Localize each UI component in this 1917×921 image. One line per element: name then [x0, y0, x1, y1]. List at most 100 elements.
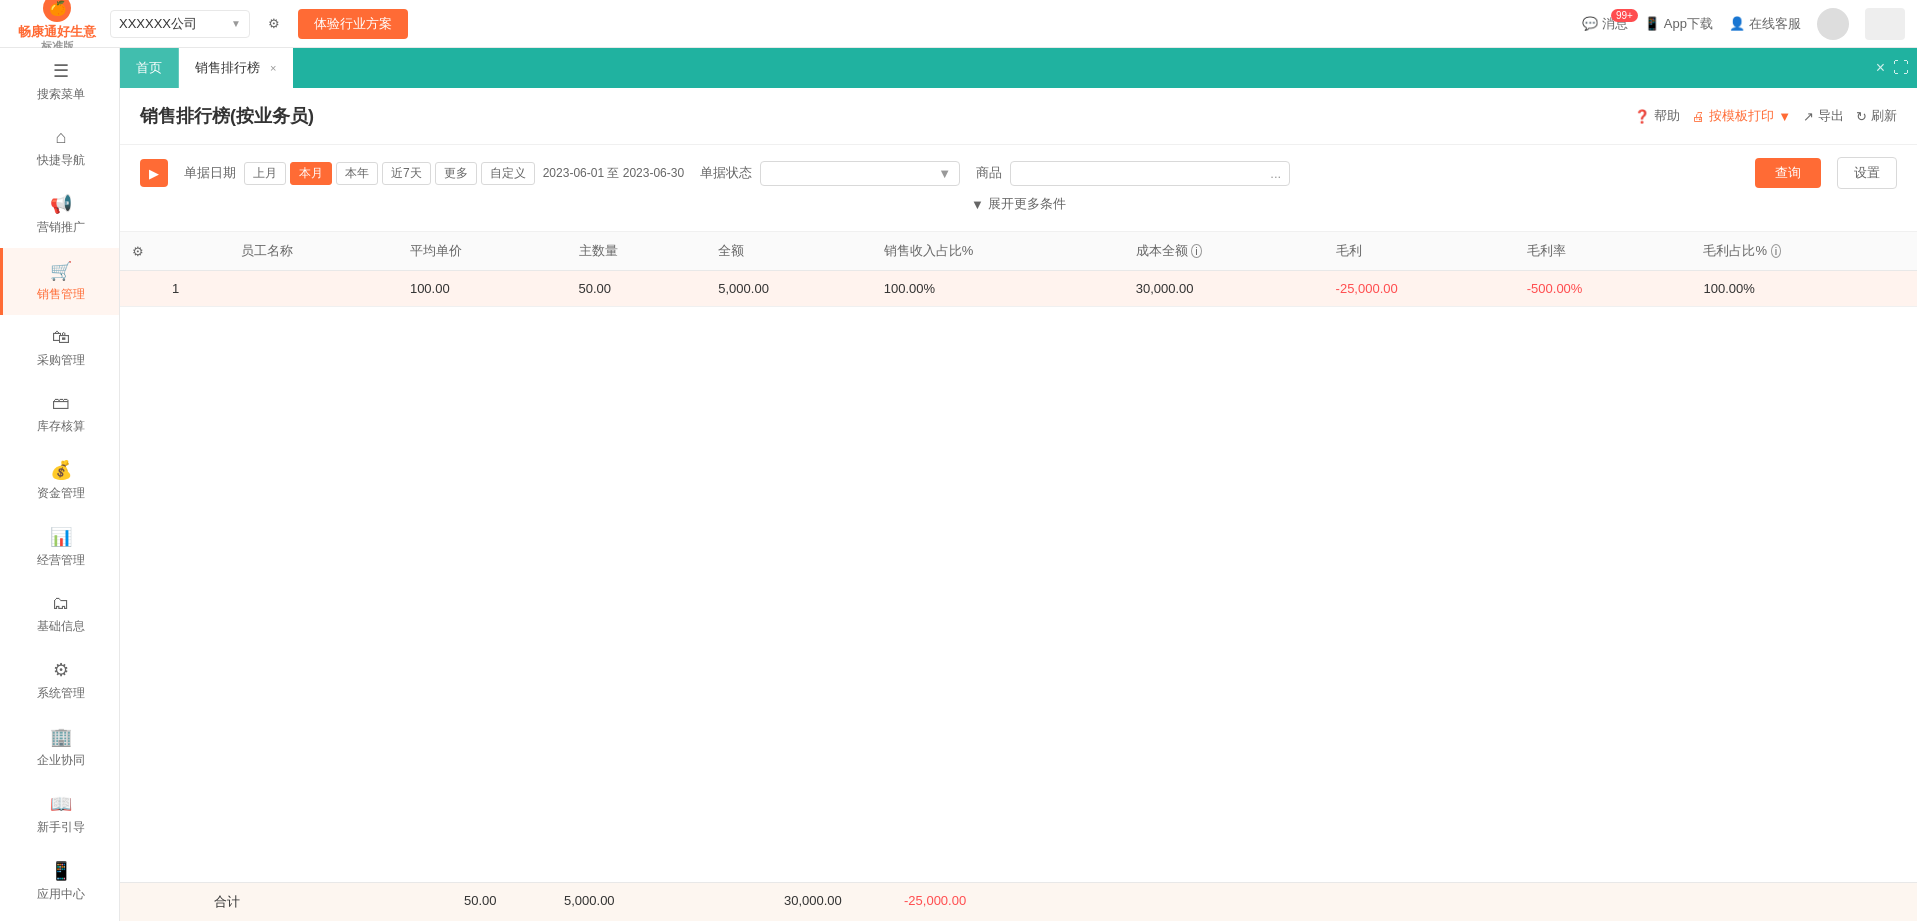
- footer-quantity: 50.00: [452, 893, 552, 911]
- date-filter-group: 单据日期 上月 本月 本年 近7天 更多 自定义 2023-06-01 至 20…: [184, 162, 684, 185]
- expand-arrow-icon: ▼: [971, 197, 984, 212]
- company-selector[interactable]: XXXXXX公司 ▼: [110, 10, 250, 38]
- cost-info-icon: i: [1191, 244, 1201, 258]
- row-gross-pct: 100.00%: [1691, 271, 1917, 307]
- gross-pct-info-icon: i: [1771, 244, 1781, 258]
- system-icon: ⚙: [53, 659, 69, 681]
- filter-row-1: ▶ 单据日期 上月 本月 本年 近7天 更多 自定义: [140, 157, 1897, 189]
- print-button[interactable]: 🖨 按模板打印 ▼: [1692, 107, 1791, 125]
- sidebar-item-sales[interactable]: 🛒 销售管理: [0, 248, 119, 315]
- date-btn-7days[interactable]: 近7天: [382, 162, 431, 185]
- search-button[interactable]: 查询: [1755, 158, 1821, 188]
- tab-bar: 首页 销售排行榜 × × ⛶: [120, 48, 1917, 88]
- sidebar-item-system[interactable]: ⚙ 系统管理: [0, 647, 119, 714]
- company-chevron-icon: ▼: [231, 18, 241, 29]
- user-menu[interactable]: [1865, 8, 1905, 40]
- date-buttons: 上月 本月 本年 近7天 更多 自定义: [244, 162, 535, 185]
- enterprise-icon: 🏢: [50, 726, 72, 748]
- col-header-avg-price: 平均单价: [398, 232, 567, 271]
- content-area: 首页 销售排行榜 × × ⛶ 销售排行榜(按业务员) ❓: [120, 48, 1917, 921]
- topbar-right: 💬 消息 99+ 📱 App下载 👤 在线客服: [1582, 8, 1905, 40]
- tab-close-icon[interactable]: ×: [270, 62, 276, 74]
- print-chevron-icon: ▼: [1778, 109, 1791, 124]
- operations-icon: 📊: [50, 526, 72, 548]
- sidebar-item-quick-nav[interactable]: ⌂ 快捷导航: [0, 115, 119, 181]
- help-button[interactable]: ❓ 帮助: [1634, 107, 1680, 125]
- refresh-label: 刷新: [1871, 107, 1897, 125]
- col-header-cost: 成本全额 i: [1124, 232, 1324, 271]
- report-container: 销售排行榜(按业务员) ❓ 帮助 🖨 按模板打印 ▼ ↗: [120, 88, 1917, 921]
- industry-button[interactable]: 体验行业方案: [298, 9, 408, 39]
- sidebar-item-marketing[interactable]: 📢 营销推广: [0, 181, 119, 248]
- goods-filter-label: 商品: [976, 164, 1002, 182]
- settings-button[interactable]: 设置: [1837, 157, 1897, 189]
- sidebar-label-search: 搜索菜单: [37, 86, 85, 103]
- row-employee: [229, 271, 398, 307]
- sidebar-item-enterprise[interactable]: 🏢 企业协同: [0, 714, 119, 781]
- goods-filter-group: 商品 ...: [976, 161, 1290, 186]
- sidebar-item-operations[interactable]: 📊 经营管理: [0, 514, 119, 581]
- footer-cost: 30,000.00: [772, 893, 892, 911]
- sidebar-item-basic-info[interactable]: 🗂 基础信息: [0, 581, 119, 647]
- tab-home[interactable]: 首页: [120, 48, 179, 88]
- sidebar-item-wechat[interactable]: 💬 企业微信: [0, 915, 119, 921]
- service-icon: 👤: [1729, 16, 1745, 31]
- online-service-button[interactable]: 👤 在线客服: [1729, 15, 1801, 33]
- row-quantity: 50.00: [567, 271, 707, 307]
- sidebar-item-inventory[interactable]: 🗃 库存核算: [0, 381, 119, 447]
- report-table-wrap: ⚙ 员工名称 平均单价 主数量 全额 销售收入占比% 成本全额 i 毛利 毛利率: [120, 232, 1917, 882]
- export-button[interactable]: ↗ 导出: [1803, 107, 1844, 125]
- row-avg-price: 100.00: [398, 271, 567, 307]
- date-btn-this-month[interactable]: 本月: [290, 162, 332, 185]
- report-actions: ❓ 帮助 🖨 按模板打印 ▼ ↗ 导出 ↻: [1634, 107, 1897, 125]
- row-sales-pct: 100.00%: [872, 271, 1124, 307]
- sidebar-label-sales: 销售管理: [37, 286, 85, 303]
- date-btn-this-year[interactable]: 本年: [336, 162, 378, 185]
- tab-close-all-icon[interactable]: ×: [1876, 59, 1885, 77]
- active-tab-label: 销售排行榜: [195, 59, 260, 77]
- date-btn-last-month[interactable]: 上月: [244, 162, 286, 185]
- home-tab-label: 首页: [136, 59, 162, 77]
- message-icon: 💬: [1582, 16, 1598, 31]
- sidebar-item-search[interactable]: ☰ 搜索菜单: [0, 48, 119, 115]
- app-download-button[interactable]: 📱 App下载: [1644, 15, 1713, 33]
- row-gross-rate: -500.00%: [1515, 271, 1692, 307]
- sidebar-item-purchase[interactable]: 🛍 采购管理: [0, 315, 119, 381]
- footer-label: 合计: [202, 893, 352, 911]
- footer-sales-pct-spacer: [652, 893, 772, 911]
- footer-settings-spacer: [132, 893, 172, 911]
- status-select[interactable]: ▼: [760, 161, 960, 186]
- report-table: ⚙ 员工名称 平均单价 主数量 全额 销售收入占比% 成本全额 i 毛利 毛利率: [120, 232, 1917, 307]
- search-menu-icon: ☰: [53, 60, 69, 82]
- tab-maximize-icon[interactable]: ⛶: [1893, 59, 1909, 77]
- filter-toggle-button[interactable]: ▶: [140, 159, 168, 187]
- col-header-settings[interactable]: ⚙: [120, 232, 160, 271]
- print-label: 按模板打印: [1709, 107, 1774, 125]
- row-cost: 30,000.00: [1124, 271, 1324, 307]
- sidebar: ☰ 搜索菜单 ⌂ 快捷导航 📢 营销推广 🛒 销售管理 🛍 采购管理 🗃 库存核…: [0, 48, 120, 921]
- goods-select[interactable]: ...: [1010, 161, 1290, 186]
- refresh-button[interactable]: ↻ 刷新: [1856, 107, 1897, 125]
- report-header: 销售排行榜(按业务员) ❓ 帮助 🖨 按模板打印 ▼ ↗: [120, 88, 1917, 145]
- sidebar-item-guide[interactable]: 📖 新手引导: [0, 781, 119, 848]
- sidebar-label-marketing: 营销推广: [37, 219, 85, 236]
- sidebar-label-finance: 资金管理: [37, 485, 85, 502]
- filter-bar: ▶ 单据日期 上月 本月 本年 近7天 更多 自定义: [120, 145, 1917, 232]
- print-icon: 🖨: [1692, 109, 1705, 124]
- date-btn-custom[interactable]: 自定义: [481, 162, 535, 185]
- sidebar-item-finance[interactable]: 💰 资金管理: [0, 447, 119, 514]
- sidebar-item-app-center[interactable]: 📱 应用中心: [0, 848, 119, 915]
- row-gross: -25,000.00: [1324, 271, 1515, 307]
- col-header-amount: 全额: [706, 232, 872, 271]
- message-button[interactable]: 💬 消息 99+: [1582, 15, 1628, 33]
- topbar-settings-button[interactable]: ⚙: [258, 8, 290, 40]
- expand-more-row[interactable]: ▼ 展开更多条件: [140, 189, 1897, 219]
- page-content: 销售排行榜(按业务员) ❓ 帮助 🖨 按模板打印 ▼ ↗: [120, 88, 1917, 921]
- expand-label: 展开更多条件: [988, 195, 1066, 213]
- home-icon: ⌂: [56, 127, 67, 148]
- tab-sales-ranking[interactable]: 销售排行榜 ×: [179, 48, 293, 88]
- app-label: App下载: [1664, 15, 1713, 33]
- date-btn-more[interactable]: 更多: [435, 162, 477, 185]
- user-avatar[interactable]: [1817, 8, 1849, 40]
- col-header-rank: [160, 232, 229, 271]
